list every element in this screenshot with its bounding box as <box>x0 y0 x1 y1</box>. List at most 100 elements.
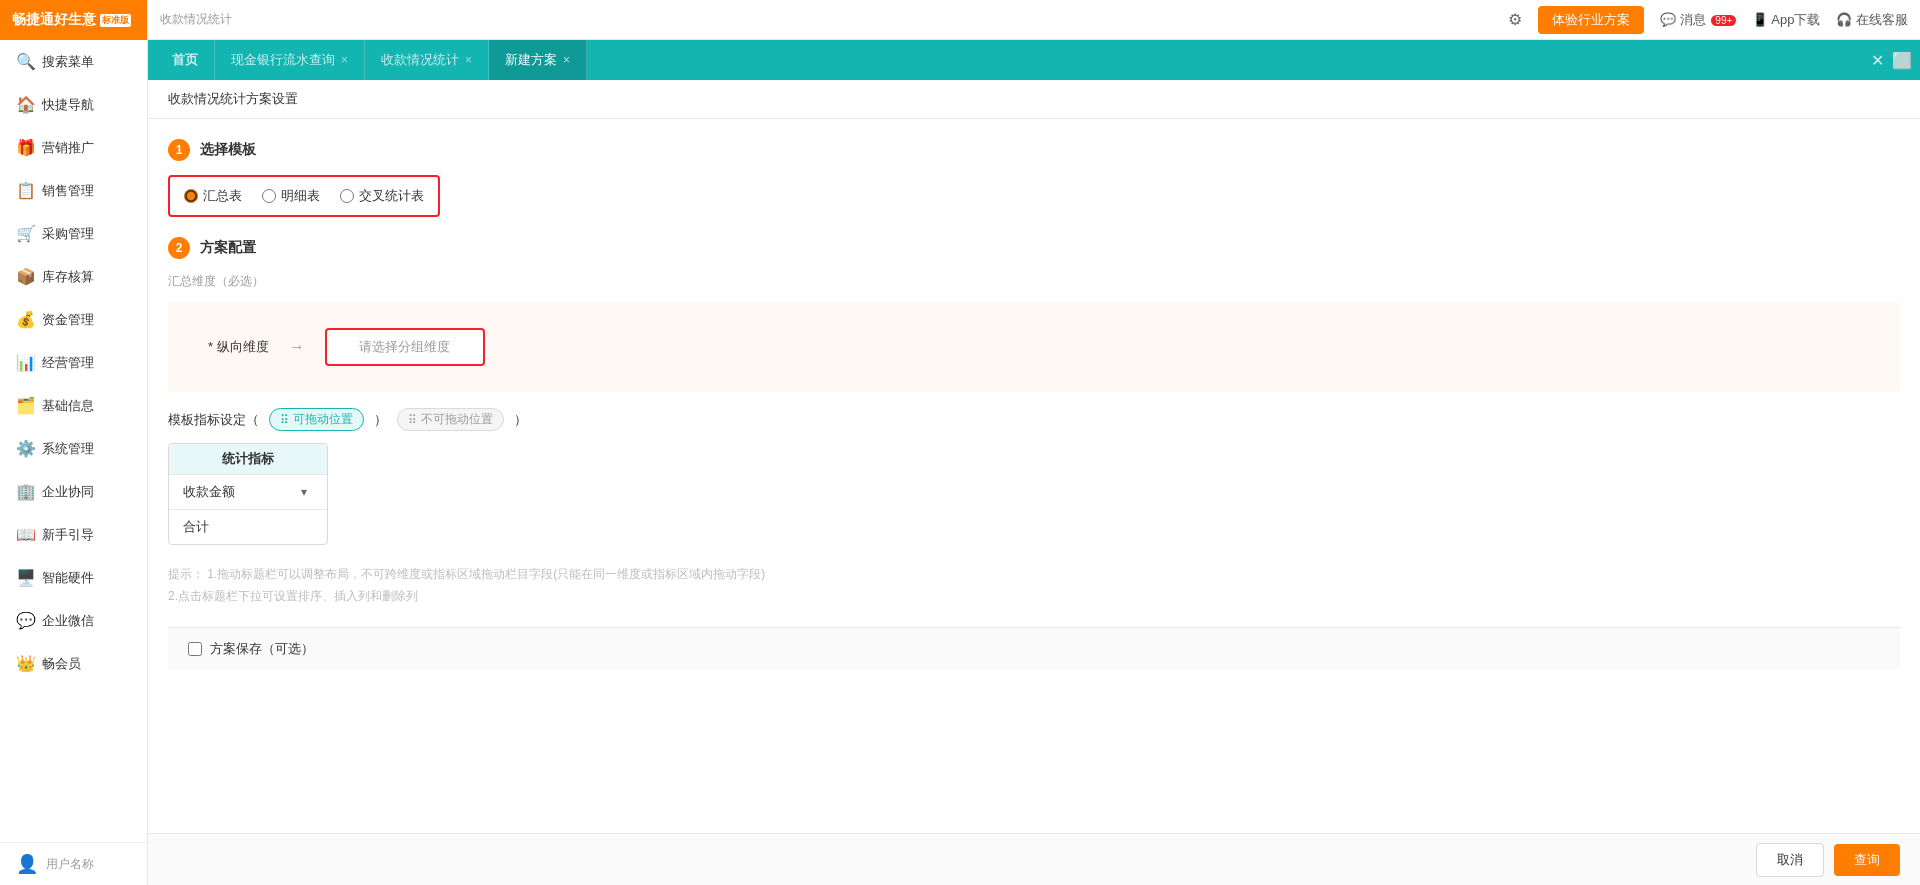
sidebar-label-corp: 企业协同 <box>42 483 94 501</box>
indicator-label-text: 模板指标设定（ <box>168 411 259 429</box>
indicator-separator: ） <box>374 411 387 429</box>
sidebar-label-quicknav: 快捷导航 <box>42 96 94 114</box>
indicator-section: 模板指标设定（ ⠿ 可拖动位置 ） ⠿ 不可拖动位置 ） <box>168 408 1900 548</box>
support-link[interactable]: 🎧 在线客服 <box>1836 11 1908 29</box>
tab-stat[interactable]: 收款情况统计 × <box>365 40 489 80</box>
query-button[interactable]: 查询 <box>1834 844 1900 876</box>
notification-label: 消息 <box>1680 12 1706 27</box>
support-label: 在线客服 <box>1856 12 1908 27</box>
tab-close-stat[interactable]: × <box>465 53 472 67</box>
bottom-footer: 取消 查询 <box>148 833 1920 885</box>
hints-area: 提示： 1.拖动标题栏可以调整布局，不可跨维度或指标区域拖动栏目字段(只能在同一… <box>168 564 1900 607</box>
sidebar-item-hardware[interactable]: 🖥️智能硬件 <box>0 556 147 599</box>
support-icon: 🎧 <box>1836 12 1852 27</box>
radio-detail[interactable]: 明细表 <box>262 187 320 205</box>
inventory-icon: 📦 <box>16 267 34 286</box>
basicinfo-icon: 🗂️ <box>16 396 34 415</box>
sidebar-item-marketing[interactable]: 🎁 营销推广 <box>0 126 147 169</box>
download-link[interactable]: 📱 App下载 <box>1752 11 1820 29</box>
sidebar-label-sales: 销售管理 <box>42 182 94 200</box>
sidebar-item-sales[interactable]: 📋 销售管理 <box>0 169 147 212</box>
logo-text: 畅捷通好生意 <box>12 11 96 29</box>
hardware-icon: 🖥️ <box>16 568 34 587</box>
step1-section: 1 选择模板 汇总表 明细表 交叉统计表 <box>168 139 1900 217</box>
stat-row-label: 收款金额 <box>183 483 235 501</box>
dim-config: 汇总维度（必选） * 纵向维度 → 请选择分组维度 <box>168 273 1900 392</box>
member-icon: 👑 <box>16 654 34 673</box>
system-icon: ⚙️ <box>16 439 34 458</box>
sidebar-label-wechat: 企业微信 <box>42 612 94 630</box>
bracket-close: ） <box>514 411 527 429</box>
sidebar-label-finance: 资金管理 <box>42 311 94 329</box>
sidebar-item-purchase[interactable]: 🛒采购管理 <box>0 212 147 255</box>
stat-table: 统计指标 收款金额 ▾ 合计 <box>168 443 328 545</box>
gear-icon[interactable]: ⚙ <box>1508 10 1522 29</box>
page-title-text: 收款情况统计方案设置 <box>168 91 298 106</box>
tab-home[interactable]: 首页 <box>156 40 215 80</box>
radio-cross[interactable]: 交叉统计表 <box>340 187 424 205</box>
dim-section-label: 汇总维度（必选） <box>168 273 1900 290</box>
tab-label-bank: 现金银行流水查询 <box>231 51 335 69</box>
download-label: App下载 <box>1771 12 1820 27</box>
radio-cross-input[interactable] <box>340 189 354 203</box>
tab-label-stat: 收款情况统计 <box>381 51 459 69</box>
tab-bar: 首页现金银行流水查询 ×收款情况统计 ×新建方案 × ✕ ⬜ <box>148 40 1920 80</box>
cancel-button[interactable]: 取消 <box>1756 843 1824 877</box>
sidebar-item-operation[interactable]: 📊经营管理 <box>0 341 147 384</box>
step1-label: 选择模板 <box>200 141 256 159</box>
tab-close-newplan[interactable]: × <box>563 53 570 67</box>
step2-label: 方案配置 <box>200 239 256 257</box>
stat-table-row-sub: 合计 <box>169 509 327 544</box>
sidebar-item-inventory[interactable]: 📦库存核算 <box>0 255 147 298</box>
trial-button[interactable]: 体验行业方案 <box>1538 6 1644 34</box>
sidebar-item-corp[interactable]: 🏢 企业协同 <box>0 470 147 513</box>
stat-title: 统计指标 <box>222 451 274 466</box>
tab-bank[interactable]: 现金银行流水查询 × <box>215 40 365 80</box>
sidebar-item-basicinfo[interactable]: 🗂️基础信息 <box>0 384 147 427</box>
notification-count: 99+ <box>1711 15 1736 26</box>
radio-summary-input[interactable] <box>184 189 198 203</box>
tab-newplan[interactable]: 新建方案 × <box>489 40 587 80</box>
notification-icon: 💬 <box>1660 12 1676 27</box>
download-icon: 📱 <box>1752 12 1768 27</box>
logo-badge: 标准版 <box>100 14 131 27</box>
sidebar-item-system[interactable]: ⚙️系统管理 <box>0 427 147 470</box>
drag-dot: ⠿ <box>280 413 289 427</box>
sidebar-item-search[interactable]: 🔍搜索菜单 <box>0 40 147 83</box>
draggable-badge: ⠿ 可拖动位置 <box>269 408 364 431</box>
sidebar-item-finance[interactable]: 💰 资金管理 <box>0 298 147 341</box>
fixed-label: 不可拖动位置 <box>421 411 493 428</box>
step2-section: 2 方案配置 汇总维度（必选） * 纵向维度 → 请选择分组维度 <box>168 237 1900 607</box>
radio-cross-label: 交叉统计表 <box>359 187 424 205</box>
sidebar-item-newbie[interactable]: 📖新手引导 <box>0 513 147 556</box>
tab-close-bank[interactable]: × <box>341 53 348 67</box>
marketing-icon: 🎁 <box>16 138 34 157</box>
save-checkbox[interactable] <box>188 642 202 656</box>
notification-area[interactable]: 💬 消息 99+ <box>1660 11 1736 29</box>
sidebar-label-marketing: 营销推广 <box>42 139 94 157</box>
sidebar-item-wechat[interactable]: 💬企业微信 <box>0 599 147 642</box>
radio-detail-label: 明细表 <box>281 187 320 205</box>
sidebar-item-member[interactable]: 👑畅会员 <box>0 642 147 685</box>
radio-detail-input[interactable] <box>262 189 276 203</box>
sidebar-user: 用户名称 <box>46 856 94 873</box>
template-selector: 汇总表 明细表 交叉统计表 <box>168 175 440 217</box>
stat-dropdown-button[interactable]: ▾ <box>295 483 313 501</box>
dim-select-box[interactable]: 请选择分组维度 <box>325 328 485 366</box>
save-label: 方案保存（可选） <box>210 640 314 658</box>
sidebar-label-purchase: 采购管理 <box>42 225 94 243</box>
form-area: 1 选择模板 汇总表 明细表 交叉统计表 <box>148 119 1920 833</box>
stat-table-header: 统计指标 <box>169 444 327 474</box>
sales-icon: 📋 <box>16 181 34 200</box>
corp-icon: 🏢 <box>16 482 34 501</box>
save-section: 方案保存（可选） <box>168 627 1900 670</box>
tab-label-newplan: 新建方案 <box>505 51 557 69</box>
sidebar-item-quicknav[interactable]: 🏠快捷导航 <box>0 83 147 126</box>
finance-icon: 💰 <box>16 310 34 329</box>
maximize-icon[interactable]: ⬜ <box>1892 51 1912 70</box>
radio-summary[interactable]: 汇总表 <box>184 187 242 205</box>
step1-header: 1 选择模板 <box>168 139 1900 161</box>
sidebar-label-newbie: 新手引导 <box>42 526 94 544</box>
close-icon[interactable]: ✕ <box>1871 51 1884 70</box>
stat-row-sub: 合计 <box>183 518 209 536</box>
